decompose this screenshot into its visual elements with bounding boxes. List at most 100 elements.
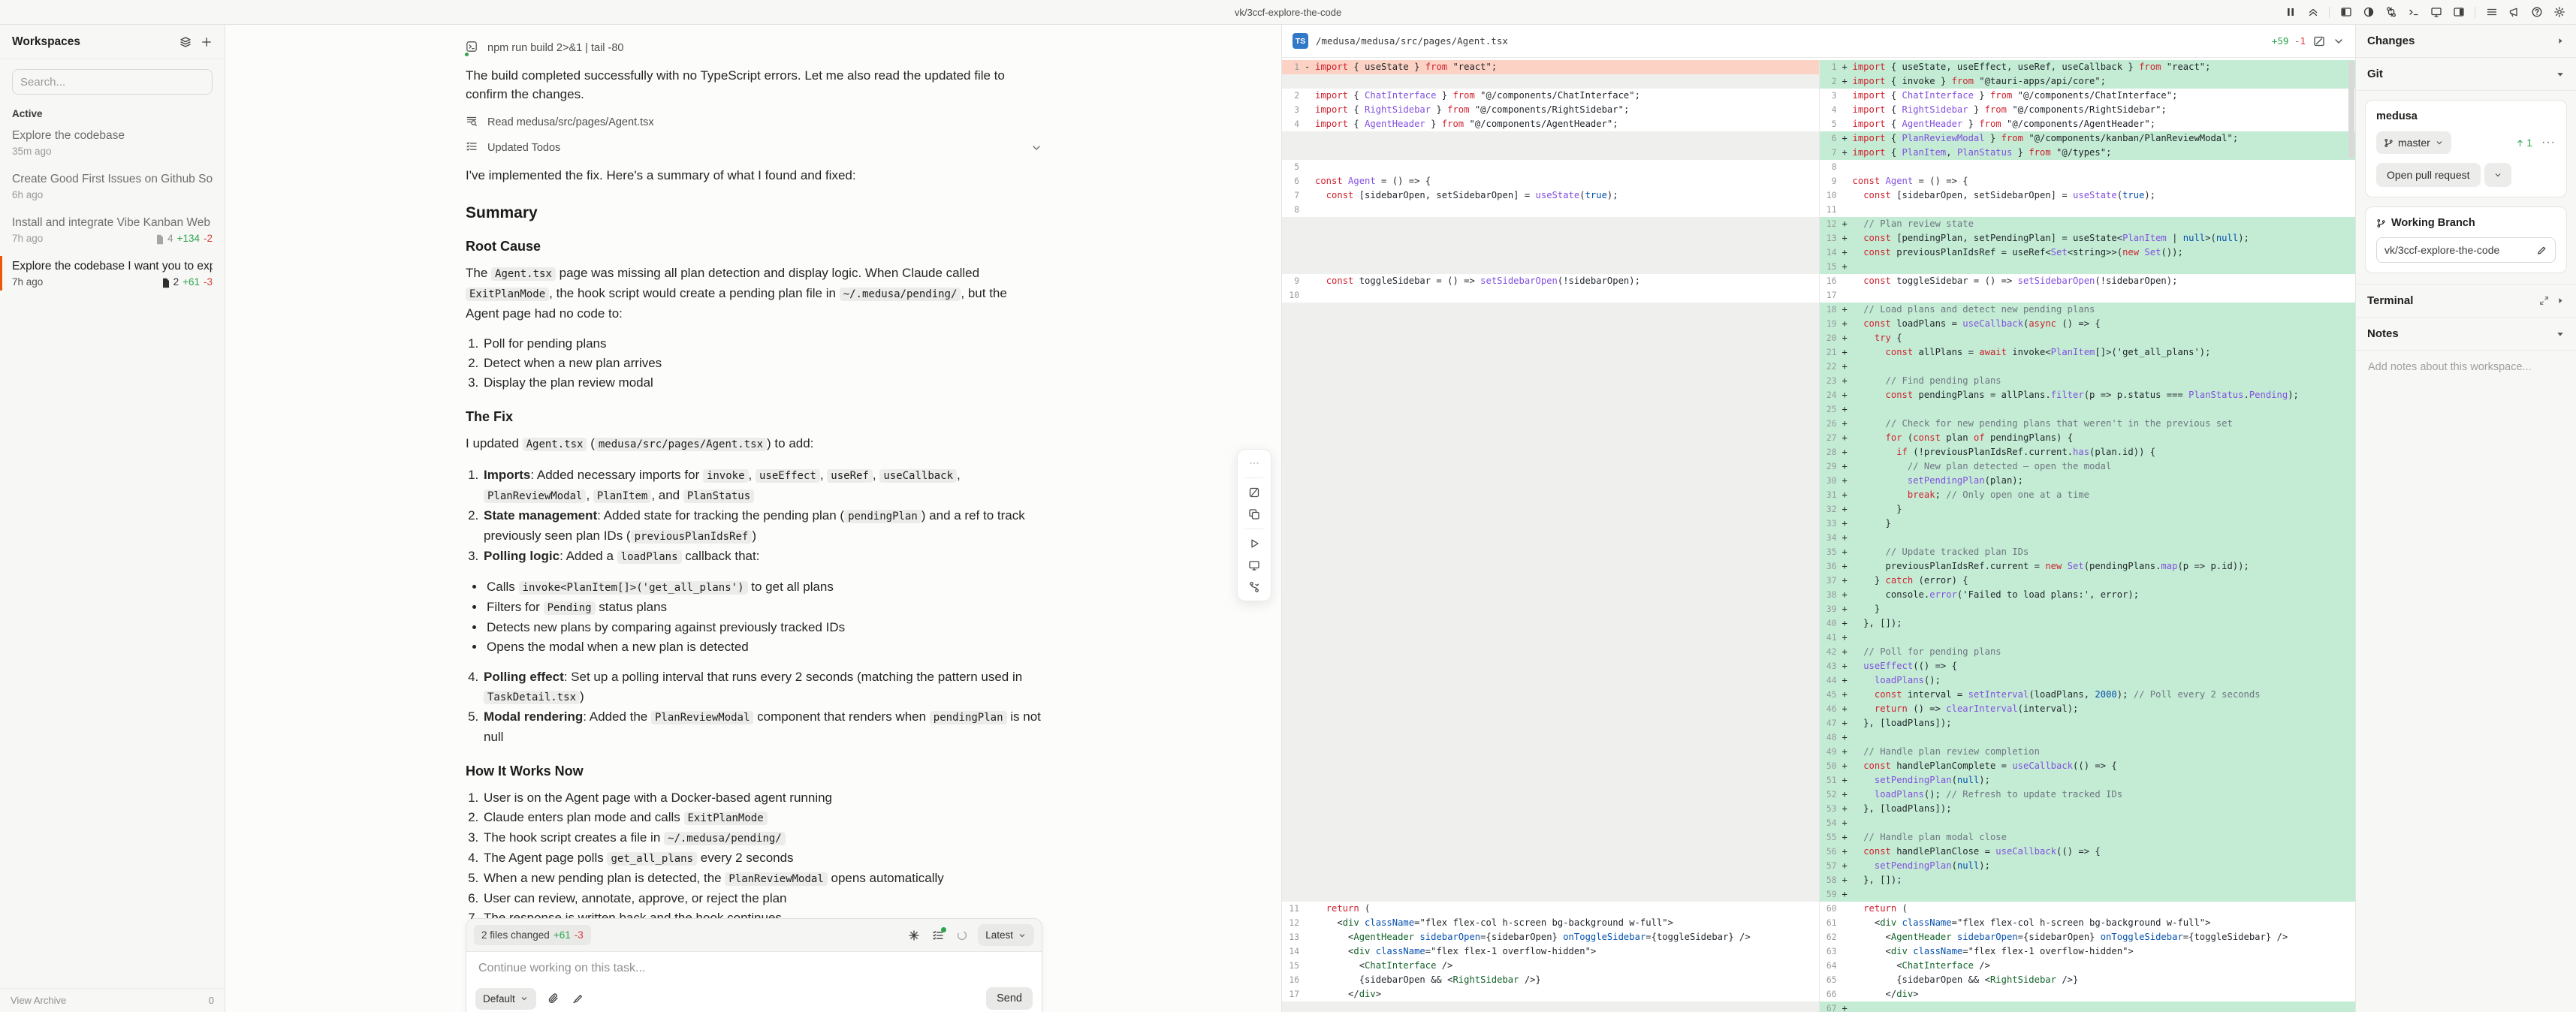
- settings-icon[interactable]: [2553, 6, 2565, 19]
- diff-row: 45+ const interval = setInterval(loadPla…: [1282, 688, 2355, 702]
- mode-select[interactable]: Default: [475, 988, 536, 1010]
- git-section-header[interactable]: Git: [2356, 58, 2576, 91]
- diff-line: 41+: [1819, 631, 2356, 645]
- menu-icon[interactable]: [2485, 6, 2498, 19]
- notes-placeholder[interactable]: Add notes about this workspace...: [2356, 351, 2576, 384]
- git-compare-icon[interactable]: [2384, 6, 2397, 19]
- layers-icon[interactable]: [179, 36, 192, 48]
- terminal-prompt-icon[interactable]: [2407, 6, 2420, 19]
- inline-code: invoke<PlanItem[]>('get_all_plans'): [519, 581, 748, 595]
- collapse-up-icon[interactable]: [2306, 6, 2319, 19]
- notes-section-header[interactable]: Notes: [2356, 318, 2576, 351]
- diff-row: 58+ }, []);: [1282, 873, 2355, 887]
- diff-line: 27+ for (const plan of pendingPlans) {: [1819, 431, 2356, 445]
- search-box[interactable]: [12, 69, 213, 95]
- workspace-item[interactable]: Explore the codebase35m ago: [0, 121, 225, 164]
- tool-call-row[interactable]: Read medusa/src/pages/Agent.tsx: [466, 115, 1042, 129]
- preview-monitor-icon[interactable]: [1247, 558, 1262, 573]
- send-button[interactable]: Send: [986, 987, 1033, 1010]
- sidebar-title: Workspaces: [12, 35, 80, 49]
- pr-dropdown-button[interactable]: [2484, 163, 2511, 187]
- spark-icon[interactable]: [907, 929, 921, 942]
- tool-call-row[interactable]: Updated Todos: [466, 140, 1042, 155]
- tool-call-row[interactable]: npm run build 2>&1 | tail -80: [466, 41, 1042, 55]
- chevron-down-icon[interactable]: [2333, 35, 2345, 47]
- diff-line: 16 const toggleSidebar = () => setSideba…: [1819, 274, 2356, 288]
- titlebar: vk/3ccf-explore-the-code: [0, 0, 2576, 25]
- diff-additions: +59: [2272, 35, 2289, 47]
- diff-row: 58: [1282, 160, 2355, 174]
- diff-line: 14 <div className="flex flex-1 overflow-…: [1282, 944, 1819, 959]
- diff-line: [1282, 602, 1819, 616]
- message-input[interactable]: Continue working on this task...: [466, 952, 1042, 980]
- archive-count: 0: [209, 995, 214, 1006]
- terminal-section-header[interactable]: Terminal: [2356, 285, 2576, 318]
- inline-code: pendingPlan: [930, 711, 1007, 724]
- changes-section-header[interactable]: Changes: [2356, 25, 2576, 58]
- run-icon[interactable]: [1247, 536, 1262, 551]
- split-diff-icon[interactable]: [2313, 35, 2325, 47]
- inline-code: ExitPlanMode: [466, 288, 549, 301]
- diff-row: 21+ const allPlans = await invoke<PlanIt…: [1282, 345, 2355, 360]
- inline-code: medusa/src/pages/Agent.tsx: [595, 438, 767, 451]
- diff-scrollbar[interactable]: [2348, 61, 2354, 158]
- pen-icon[interactable]: [571, 992, 584, 1005]
- panel-right-icon[interactable]: [2452, 6, 2465, 19]
- diff-row: 38+ console.error('Failed to load plans:…: [1282, 588, 2355, 602]
- search-input[interactable]: [20, 76, 204, 89]
- diff-row: 7+import { PlanItem, PlanStatus } from "…: [1282, 146, 2355, 160]
- git-graph-icon[interactable]: [1247, 580, 1262, 595]
- diff-line: 67+: [1819, 1001, 2356, 1012]
- numbered-list: User is on the Agent page with a Docker-…: [468, 788, 1042, 928]
- diff-line: [1282, 588, 1819, 602]
- pause-icon[interactable]: [2284, 6, 2297, 19]
- git-branch-icon: [2384, 138, 2394, 148]
- todo-list-icon[interactable]: [931, 929, 945, 942]
- diff-row: 1-import { useState } from "react";1+imp…: [1282, 60, 2355, 74]
- theme-contrast-icon[interactable]: [2362, 6, 2375, 19]
- spinner-icon[interactable]: [955, 929, 969, 942]
- diff-row: 18+ // Load plans and detect new pending…: [1282, 303, 2355, 317]
- version-select[interactable]: Latest: [978, 924, 1034, 946]
- diff-line: 13+ const [pendingPlan, setPendingPlan] …: [1819, 231, 2356, 245]
- diff-line: [1282, 402, 1819, 417]
- paragraph: The Agent.tsx page was missing all plan …: [466, 264, 1042, 323]
- heading: Root Cause: [466, 239, 1042, 255]
- more-options-button[interactable]: ···: [2541, 136, 2556, 149]
- inline-code: PlanReviewModal: [484, 489, 586, 503]
- workspace-item[interactable]: Create Good First Issues on Github So p6…: [0, 164, 225, 208]
- diff-row: 6const Agent = () => {9const Agent = () …: [1282, 174, 2355, 188]
- diff-line: [1282, 1001, 1819, 1012]
- diff-view-icon[interactable]: [1247, 485, 1262, 500]
- paperclip-icon[interactable]: [547, 992, 560, 1005]
- monitor-icon[interactable]: [2430, 6, 2442, 19]
- inline-code: ExitPlanMode: [684, 812, 768, 825]
- chevron-down-icon: [2493, 170, 2502, 179]
- diff-line: 6+import { PlanReviewModal } from "@/com…: [1819, 131, 2356, 146]
- panel-left-icon[interactable]: [2339, 6, 2352, 19]
- inline-code: loadPlans: [617, 550, 682, 564]
- diff-line: [1282, 574, 1819, 588]
- chevron-down-icon[interactable]: [1030, 142, 1042, 154]
- inline-code: PlanStatus: [683, 489, 754, 503]
- numbered-list: Polling effect: Set up a polling interva…: [468, 667, 1042, 747]
- view-archive-link[interactable]: View Archive: [11, 995, 66, 1006]
- diff-row: 53+ }, [loadPlans]);: [1282, 802, 2355, 816]
- diff-line: [1282, 431, 1819, 445]
- diff-line: [1282, 474, 1819, 488]
- workspace-item[interactable]: Explore the codebase I want you to exp7h…: [0, 251, 225, 295]
- expand-icon[interactable]: [2539, 296, 2549, 306]
- plus-icon[interactable]: [201, 36, 213, 48]
- help-icon[interactable]: [2530, 6, 2543, 19]
- files-changed-badge[interactable]: 2 files changed +61 -3: [474, 925, 591, 945]
- diff-line: 15+: [1819, 260, 2356, 274]
- diff-line: 64 <ChatInterface />: [1819, 959, 2356, 973]
- working-branch-input[interactable]: vk/3ccf-explore-the-code: [2376, 237, 2556, 263]
- copy-icon[interactable]: [1247, 507, 1262, 522]
- branch-select[interactable]: master: [2376, 131, 2451, 154]
- diff-line: 12+ // Plan review state: [1819, 217, 2356, 231]
- list-item: When a new pending plan is detected, the…: [482, 869, 1042, 889]
- megaphone-icon[interactable]: [2508, 6, 2520, 19]
- workspace-item[interactable]: Install and integrate Vibe Kanban Web C7…: [0, 208, 225, 251]
- open-pull-request-button[interactable]: Open pull request: [2376, 163, 2481, 187]
